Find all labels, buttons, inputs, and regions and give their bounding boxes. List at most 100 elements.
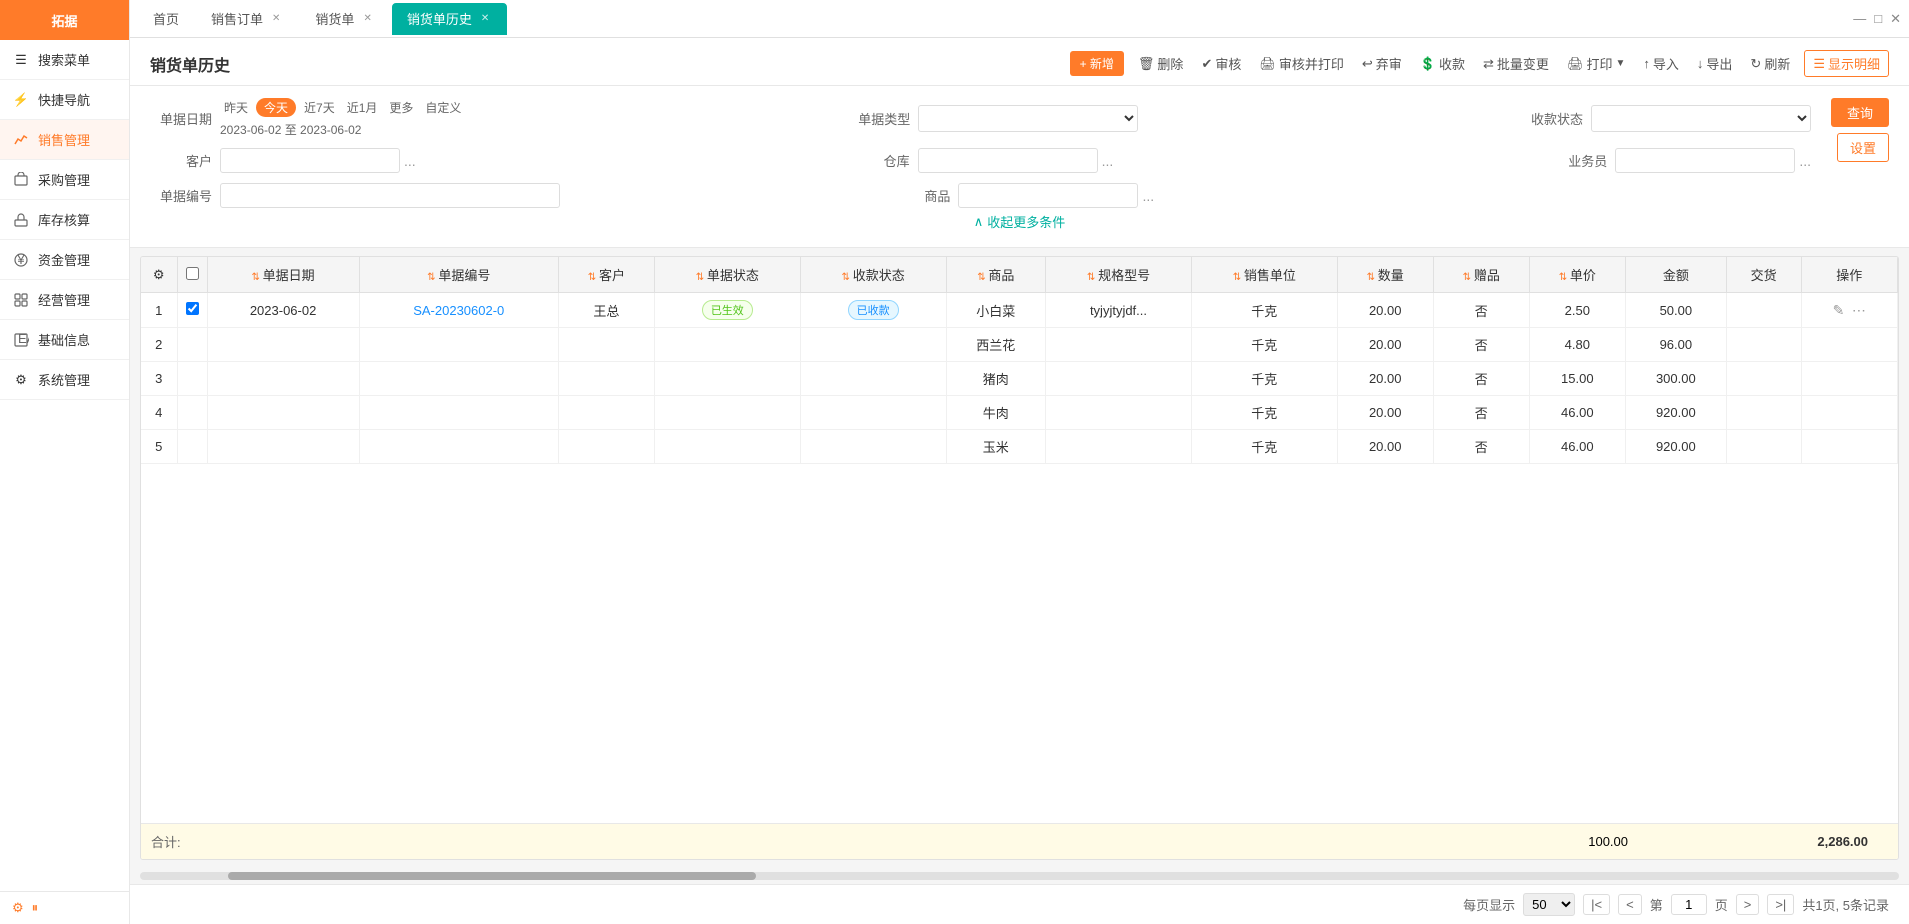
cell-doc-no[interactable]: SA-20230602-0	[359, 293, 558, 328]
edit-icon[interactable]: ✎	[1833, 302, 1845, 318]
footer-label: 合计:	[151, 832, 231, 851]
shortcut-custom[interactable]: 自定义	[421, 98, 465, 117]
tab-close-sales-goods[interactable]: ✕	[360, 12, 374, 25]
sort-icon: ⇅	[1087, 272, 1098, 283]
sidebar-settings-icon[interactable]: ⚙	[12, 900, 24, 916]
sidebar-item-purchase-mgmt[interactable]: 采购管理	[0, 160, 129, 200]
filter-row-customer: 客户 ... 仓库 ... 业务员 ...	[150, 148, 1811, 173]
shortcut-1month[interactable]: 近1月	[343, 98, 382, 117]
cell-checkbox	[177, 396, 207, 430]
review-print-button[interactable]: 🖨 审核并打印	[1255, 51, 1348, 76]
select-all-checkbox[interactable]	[186, 267, 199, 280]
doc-type-select[interactable]	[918, 105, 1138, 132]
horizontal-scrollbar[interactable]	[140, 872, 1899, 880]
print-icon: 🖨	[1567, 56, 1584, 72]
display-icon: ☰	[1813, 56, 1825, 72]
batch-change-button[interactable]: ⇄ 批量变更	[1479, 51, 1553, 76]
cell-payment-status	[800, 430, 946, 464]
next-page-button[interactable]: >	[1736, 894, 1760, 915]
print-button[interactable]: 🖨 打印 ▼	[1563, 51, 1629, 76]
sidebar-item-operation[interactable]: 经营管理	[0, 280, 129, 320]
cell-payment-status	[800, 362, 946, 396]
sidebar-item-quick-nav[interactable]: ⚡ 快捷导航	[0, 80, 129, 120]
system-icon: ⚙	[12, 371, 30, 389]
review-button[interactable]: ✔ 审核	[1197, 51, 1245, 76]
warehouse-input[interactable]	[918, 148, 1098, 173]
tab-close-sales-history[interactable]: ✕	[478, 12, 492, 25]
delete-button[interactable]: 🗑 删除	[1134, 51, 1188, 76]
export-button[interactable]: ↓ 导出	[1693, 51, 1737, 76]
page-size-select[interactable]: 20 50 100	[1523, 893, 1575, 916]
collect-button[interactable]: 💲 收款	[1416, 51, 1469, 76]
refresh-button[interactable]: ↻ 刷新	[1746, 51, 1794, 76]
cell-price: 46.00	[1529, 396, 1625, 430]
col-payment-status[interactable]: ⇅ 收款状态	[800, 257, 946, 293]
cell-actions	[1801, 362, 1898, 396]
table-gear-icon[interactable]: ⚙	[153, 267, 165, 282]
sidebar-item-label: 销售管理	[38, 130, 90, 149]
collapse-button[interactable]: ∧ 收起更多条件	[150, 208, 1889, 235]
tab-sales-order[interactable]: 销售订单 ✕	[196, 3, 298, 35]
col-unit[interactable]: ⇅ 销售单位	[1191, 257, 1337, 293]
filter-row-docno: 单据编号 商品 ...	[150, 183, 1811, 208]
cell-amount: 920.00	[1625, 396, 1726, 430]
goods-dots[interactable]: ...	[1142, 188, 1154, 204]
warehouse-dots[interactable]: ...	[1102, 153, 1114, 169]
col-gift[interactable]: ⇅ 赠品	[1433, 257, 1529, 293]
staff-dots[interactable]: ...	[1799, 153, 1811, 169]
col-goods[interactable]: ⇅ 商品	[946, 257, 1046, 293]
minimize-icon[interactable]: —	[1853, 11, 1866, 26]
sidebar-item-system[interactable]: ⚙ 系统管理	[0, 360, 129, 400]
abandon-button[interactable]: ↩ 弃审	[1358, 51, 1406, 76]
customer-input[interactable]	[220, 148, 400, 173]
sidebar-item-sales-mgmt[interactable]: 销售管理	[0, 120, 129, 160]
shortcut-today[interactable]: 今天	[256, 98, 296, 117]
first-page-button[interactable]: |<	[1583, 894, 1610, 915]
goods-input[interactable]	[958, 183, 1138, 208]
cell-date	[207, 430, 359, 464]
sort-icon: ⇅	[842, 272, 853, 283]
close-window-icon[interactable]: ✕	[1890, 11, 1901, 27]
col-price[interactable]: ⇅ 单价	[1529, 257, 1625, 293]
last-page-button[interactable]: >|	[1767, 894, 1794, 915]
sidebar-item-search-menu[interactable]: ☰ 搜索菜单	[0, 40, 129, 80]
row-checkbox[interactable]	[186, 302, 199, 315]
col-spec[interactable]: ⇅ 规格型号	[1046, 257, 1192, 293]
sidebar-item-finance[interactable]: ¥ 资金管理	[0, 240, 129, 280]
cell-gift: 否	[1433, 328, 1529, 362]
col-settings[interactable]: ⚙	[141, 257, 177, 293]
tab-close-sales-order[interactable]: ✕	[269, 12, 283, 25]
staff-input[interactable]	[1615, 148, 1795, 173]
maximize-icon[interactable]: □	[1874, 11, 1882, 26]
more-icon[interactable]: ⋯	[1852, 302, 1866, 318]
col-customer[interactable]: ⇅ 客户	[558, 257, 654, 293]
tab-home[interactable]: 首页	[138, 3, 194, 35]
query-button[interactable]: 查询	[1831, 98, 1889, 127]
sidebar-pause-icon[interactable]: ⏸	[32, 900, 39, 916]
new-button[interactable]: + 新增	[1070, 51, 1124, 76]
basic-info-icon: EA	[12, 331, 30, 349]
tab-sales-goods[interactable]: 销货单 ✕	[300, 3, 389, 35]
doc-no-input[interactable]	[220, 183, 560, 208]
setting-button[interactable]: 设置	[1837, 133, 1889, 162]
shortcut-yesterday[interactable]: 昨天	[220, 98, 252, 117]
shortcut-7days[interactable]: 近7天	[300, 98, 339, 117]
display-button[interactable]: ☰ 显示明细	[1804, 50, 1889, 77]
customer-dots[interactable]: ...	[404, 153, 416, 169]
sidebar-item-inventory[interactable]: 库存核算	[0, 200, 129, 240]
col-doc-no[interactable]: ⇅ 单据编号	[359, 257, 558, 293]
cell-goods: 小白菜	[946, 293, 1046, 328]
shortcut-more[interactable]: 更多	[385, 98, 417, 117]
prev-page-button[interactable]: <	[1618, 894, 1642, 915]
sort-icon: ⇅	[1559, 272, 1570, 283]
import-button[interactable]: ↑ 导入	[1639, 51, 1683, 76]
date-filter-field: 昨天 今天 近7天 近1月 更多 自定义 2023-06-02 至 2023-0…	[220, 98, 465, 138]
payment-status-select[interactable]	[1591, 105, 1811, 132]
page-number-input[interactable]	[1671, 894, 1707, 915]
sidebar-item-basic-info[interactable]: EA 基础信息	[0, 320, 129, 360]
col-date[interactable]: ⇅ 单据日期	[207, 257, 359, 293]
col-qty[interactable]: ⇅ 数量	[1337, 257, 1433, 293]
tab-sales-history[interactable]: 销货单历史 ✕	[392, 3, 507, 35]
cell-transaction	[1726, 293, 1801, 328]
col-doc-status[interactable]: ⇅ 单据状态	[654, 257, 800, 293]
